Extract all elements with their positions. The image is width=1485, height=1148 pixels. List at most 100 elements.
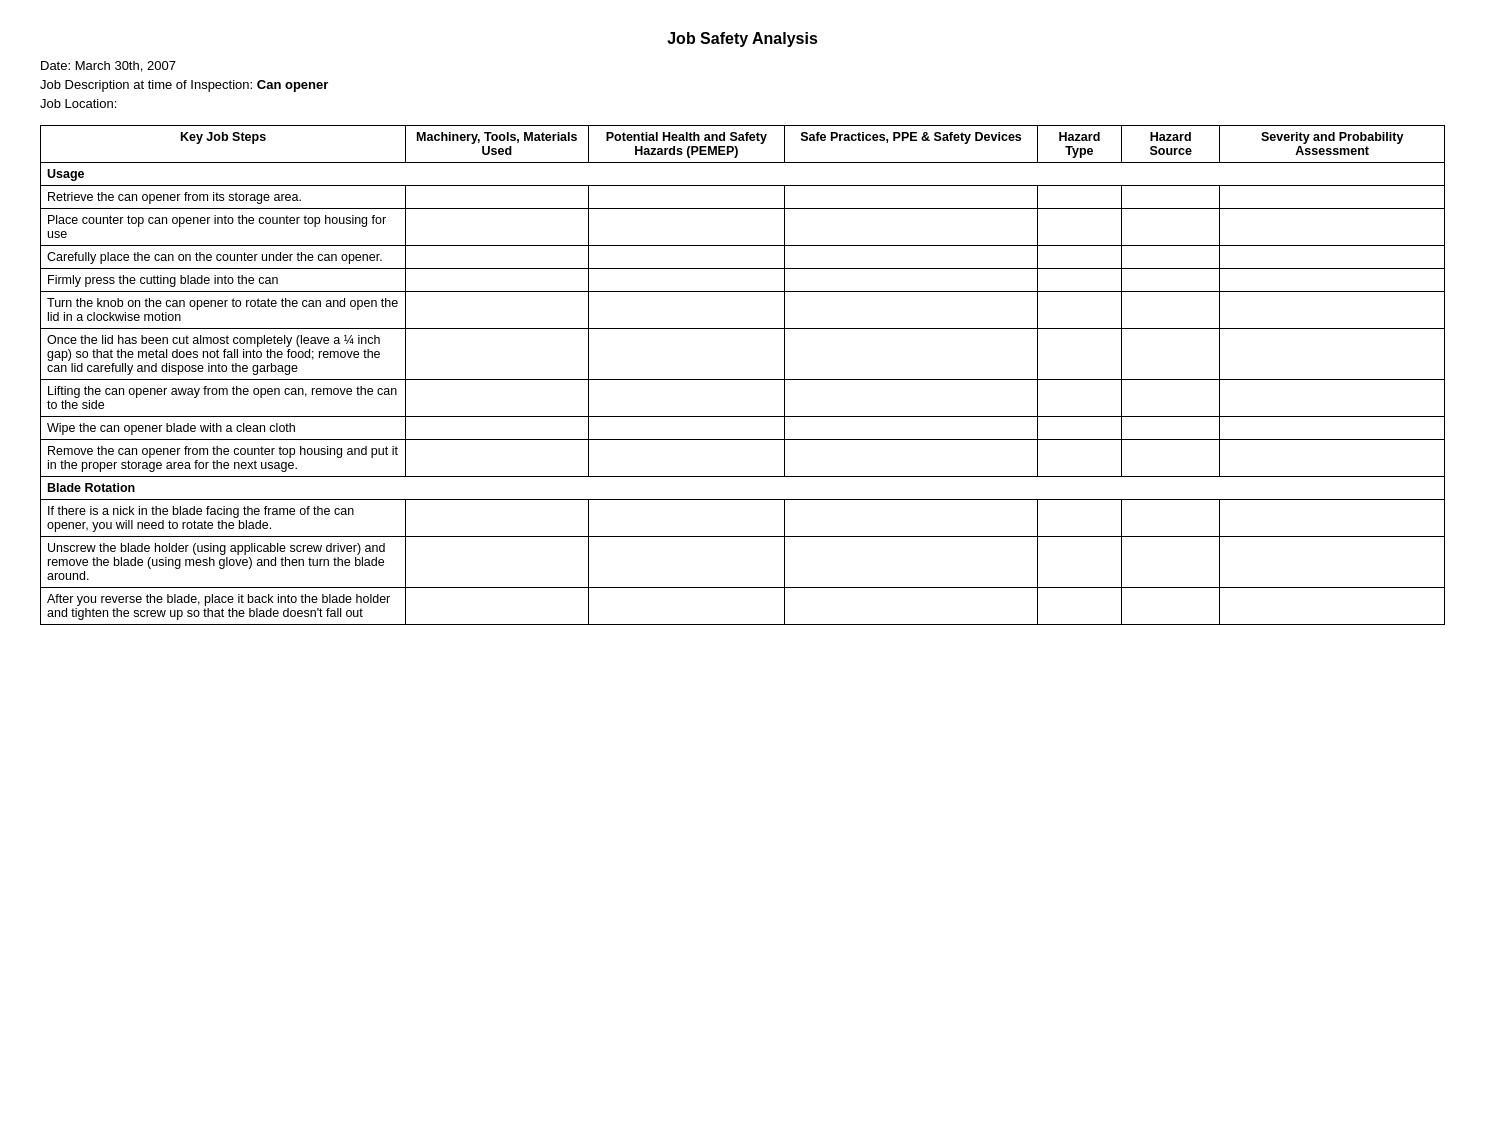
page-title: Job Safety Analysis xyxy=(40,30,1445,48)
cell-hsource xyxy=(1122,246,1220,269)
cell-safe xyxy=(785,209,1038,246)
cell-health xyxy=(588,246,785,269)
cell-step: Retrieve the can opener from its storage… xyxy=(41,186,406,209)
job-location-line: Job Location: xyxy=(40,96,1445,111)
cell-safe xyxy=(785,246,1038,269)
cell-htype xyxy=(1037,537,1121,588)
cell-hsource xyxy=(1122,537,1220,588)
cell-step: Place counter top can opener into the co… xyxy=(41,209,406,246)
cell-step: Turn the knob on the can opener to rotat… xyxy=(41,292,406,329)
date-line: Date: March 30th, 2007 xyxy=(40,58,1445,73)
cell-hsource xyxy=(1122,186,1220,209)
cell-health xyxy=(588,440,785,477)
cell-machinery xyxy=(406,246,589,269)
table-row: Place counter top can opener into the co… xyxy=(41,209,1445,246)
cell-hsource xyxy=(1122,269,1220,292)
cell-safe xyxy=(785,440,1038,477)
cell-health xyxy=(588,269,785,292)
cell-htype xyxy=(1037,500,1121,537)
cell-health xyxy=(588,380,785,417)
cell-htype xyxy=(1037,588,1121,625)
job-description-line: Job Description at time of Inspection: C… xyxy=(40,77,1445,92)
cell-hsource xyxy=(1122,380,1220,417)
table-header-row: Key Job Steps Machinery, Tools, Material… xyxy=(41,126,1445,163)
table-row: Carefully place the can on the counter u… xyxy=(41,246,1445,269)
cell-machinery xyxy=(406,537,589,588)
col-header-health: Potential Health and Safety Hazards (PEM… xyxy=(588,126,785,163)
cell-step: If there is a nick in the blade facing t… xyxy=(41,500,406,537)
cell-severity xyxy=(1220,209,1445,246)
cell-safe xyxy=(785,588,1038,625)
job-description-label: Job Description at time of Inspection: xyxy=(40,77,257,92)
table-row: If there is a nick in the blade facing t… xyxy=(41,500,1445,537)
cell-severity xyxy=(1220,588,1445,625)
cell-step: Firmly press the cutting blade into the … xyxy=(41,269,406,292)
cell-severity xyxy=(1220,246,1445,269)
cell-severity xyxy=(1220,186,1445,209)
cell-step: Lifting the can opener away from the ope… xyxy=(41,380,406,417)
cell-hsource xyxy=(1122,209,1220,246)
col-header-severity: Severity and Probability Assessment xyxy=(1220,126,1445,163)
cell-health xyxy=(588,209,785,246)
cell-htype xyxy=(1037,246,1121,269)
cell-htype xyxy=(1037,417,1121,440)
table-row: Once the lid has been cut almost complet… xyxy=(41,329,1445,380)
cell-health xyxy=(588,186,785,209)
table-row: Remove the can opener from the counter t… xyxy=(41,440,1445,477)
col-header-hsource: Hazard Source xyxy=(1122,126,1220,163)
cell-machinery xyxy=(406,269,589,292)
table-row: Lifting the can opener away from the ope… xyxy=(41,380,1445,417)
table-row: Wipe the can opener blade with a clean c… xyxy=(41,417,1445,440)
cell-step: Wipe the can opener blade with a clean c… xyxy=(41,417,406,440)
cell-machinery xyxy=(406,186,589,209)
cell-htype xyxy=(1037,269,1121,292)
cell-htype xyxy=(1037,440,1121,477)
table-row: Retrieve the can opener from its storage… xyxy=(41,186,1445,209)
cell-hsource xyxy=(1122,292,1220,329)
cell-htype xyxy=(1037,329,1121,380)
col-header-safe: Safe Practices, PPE & Safety Devices xyxy=(785,126,1038,163)
cell-severity xyxy=(1220,440,1445,477)
col-header-machinery: Machinery, Tools, Materials Used xyxy=(406,126,589,163)
cell-machinery xyxy=(406,588,589,625)
cell-safe xyxy=(785,417,1038,440)
cell-severity xyxy=(1220,269,1445,292)
cell-safe xyxy=(785,380,1038,417)
cell-htype xyxy=(1037,186,1121,209)
cell-health xyxy=(588,292,785,329)
cell-safe xyxy=(785,269,1038,292)
cell-hsource xyxy=(1122,329,1220,380)
cell-health xyxy=(588,500,785,537)
cell-severity xyxy=(1220,292,1445,329)
table-row: Firmly press the cutting blade into the … xyxy=(41,269,1445,292)
cell-health xyxy=(588,588,785,625)
cell-safe xyxy=(785,329,1038,380)
cell-severity xyxy=(1220,537,1445,588)
job-description-value: Can opener xyxy=(257,77,329,92)
cell-step: Remove the can opener from the counter t… xyxy=(41,440,406,477)
table-row: Unscrew the blade holder (using applicab… xyxy=(41,537,1445,588)
table-row: Turn the knob on the can opener to rotat… xyxy=(41,292,1445,329)
cell-severity xyxy=(1220,380,1445,417)
cell-machinery xyxy=(406,329,589,380)
cell-step: Unscrew the blade holder (using applicab… xyxy=(41,537,406,588)
table-row: After you reverse the blade, place it ba… xyxy=(41,588,1445,625)
cell-health xyxy=(588,417,785,440)
col-header-steps: Key Job Steps xyxy=(41,126,406,163)
cell-hsource xyxy=(1122,500,1220,537)
cell-machinery xyxy=(406,292,589,329)
cell-htype xyxy=(1037,209,1121,246)
cell-machinery xyxy=(406,440,589,477)
cell-health xyxy=(588,329,785,380)
cell-machinery xyxy=(406,380,589,417)
cell-htype xyxy=(1037,292,1121,329)
cell-machinery xyxy=(406,500,589,537)
cell-step: Carefully place the can on the counter u… xyxy=(41,246,406,269)
section-header-row: Usage xyxy=(41,163,1445,186)
cell-machinery xyxy=(406,209,589,246)
cell-step: After you reverse the blade, place it ba… xyxy=(41,588,406,625)
cell-hsource xyxy=(1122,417,1220,440)
cell-safe xyxy=(785,500,1038,537)
cell-severity xyxy=(1220,329,1445,380)
cell-step: Once the lid has been cut almost complet… xyxy=(41,329,406,380)
